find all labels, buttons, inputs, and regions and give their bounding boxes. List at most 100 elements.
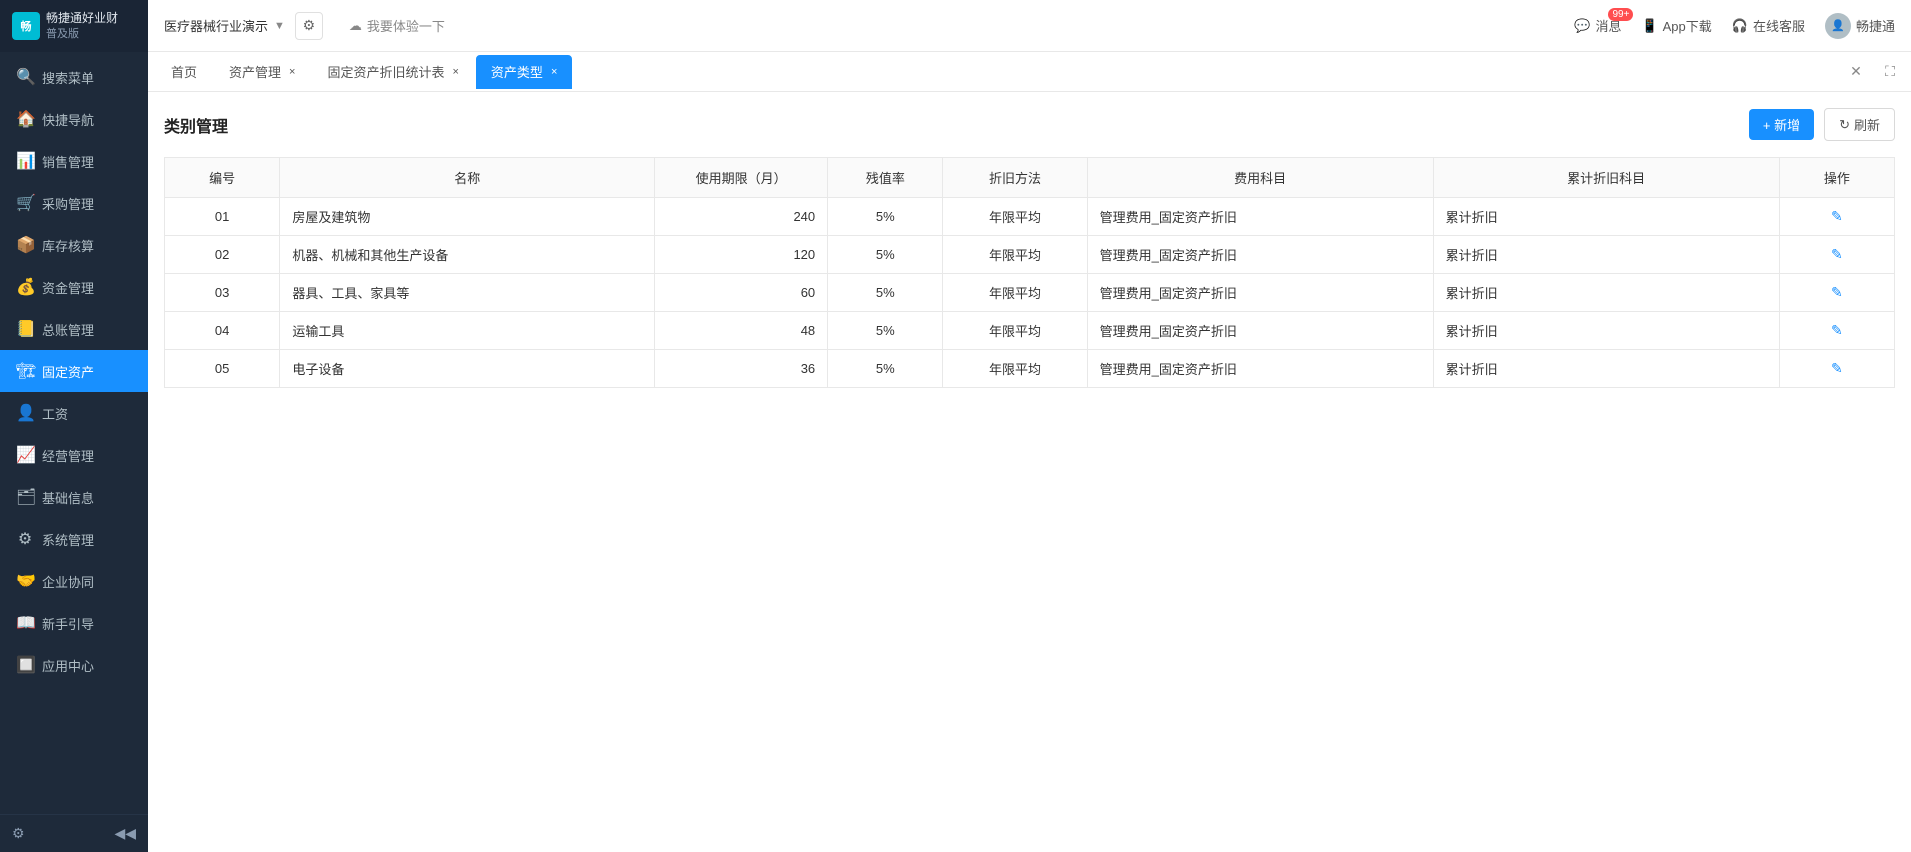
cell-period: 60 [655, 274, 828, 312]
corp-collab-icon: 🤝 [16, 571, 34, 591]
cell-name: 电子设备 [280, 350, 655, 388]
refresh-icon: ↻ [1839, 117, 1850, 133]
user-label: 畅捷通 [1856, 16, 1895, 35]
cell-accum: 累计折旧 [1433, 274, 1779, 312]
message-icon: 💬 [1574, 18, 1590, 34]
sidebar-item-sales[interactable]: 📊销售管理 [0, 140, 148, 182]
edit-icon[interactable]: ✎ [1831, 284, 1843, 300]
tab-label-home: 首页 [171, 62, 197, 81]
trial-label: 我要体验一下 [367, 16, 445, 35]
sidebar-item-operations[interactable]: 📈经营管理 [0, 434, 148, 476]
tab-close-asset-mgmt[interactable]: × [289, 66, 295, 78]
tab-close-asset-type[interactable]: × [551, 66, 557, 78]
sidebar-item-label: 资金管理 [42, 278, 94, 297]
module-selector[interactable]: 医疗器械行业演示 ▼ [164, 16, 285, 35]
cell-residual: 5% [828, 274, 943, 312]
avatar: 👤 [1825, 13, 1851, 39]
cell-name: 器具、工具、家具等 [280, 274, 655, 312]
sidebar-header: 畅 畅捷通好业财 普及版 [0, 0, 148, 52]
collapse-icon[interactable]: ◀◀ [114, 825, 136, 842]
sidebar-footer: ⚙ ◀◀ [0, 814, 148, 852]
cell-method: 年限平均 [943, 274, 1087, 312]
close-tab-button[interactable]: ✕ [1843, 59, 1869, 85]
sidebar-item-fixed-assets[interactable]: 🏗固定资产 [0, 350, 148, 392]
tab-home[interactable]: 首页 [156, 55, 212, 89]
col-header-name: 名称 [280, 158, 655, 198]
cell-ops: ✎ [1779, 236, 1894, 274]
mobile-icon: 📱 [1641, 18, 1657, 34]
beginner-icon: 📖 [16, 613, 34, 633]
cell-name: 机器、机械和其他生产设备 [280, 236, 655, 274]
sidebar-item-label: 企业协同 [42, 572, 94, 591]
table-row: 02 机器、机械和其他生产设备 120 5% 年限平均 管理费用_固定资产折旧 … [165, 236, 1895, 274]
sidebar-item-beginner[interactable]: 📖新手引导 [0, 602, 148, 644]
settings-icon: ⚙ [303, 17, 316, 34]
cell-method: 年限平均 [943, 312, 1087, 350]
sidebar-item-app-center[interactable]: 🔲应用中心 [0, 644, 148, 686]
content-area: 类别管理 + 新增 ↻ 刷新 编号 名称 使用期限（月） 残值率 折旧方法 费用… [148, 92, 1911, 852]
cell-method: 年限平均 [943, 236, 1087, 274]
ledger-icon: 📒 [16, 319, 34, 339]
trial-button[interactable]: ☁ 我要体验一下 [349, 16, 445, 35]
messages-button[interactable]: 💬 消息 99+ [1574, 16, 1621, 35]
sidebar-item-payroll[interactable]: 👤工资 [0, 392, 148, 434]
cell-expense: 管理费用_固定资产折旧 [1087, 274, 1433, 312]
settings-footer-icon[interactable]: ⚙ [12, 825, 25, 842]
sidebar-item-system[interactable]: ⚙系统管理 [0, 518, 148, 560]
cell-code: 04 [165, 312, 280, 350]
cell-ops: ✎ [1779, 198, 1894, 236]
sidebar-item-quick-nav[interactable]: 🏠快捷导航 [0, 98, 148, 140]
new-button[interactable]: + 新增 [1749, 109, 1814, 140]
tab-asset-type[interactable]: 资产类型× [476, 55, 572, 89]
edit-icon[interactable]: ✎ [1831, 208, 1843, 224]
sidebar-item-label: 固定资产 [42, 362, 94, 381]
category-table: 编号 名称 使用期限（月） 残值率 折旧方法 费用科目 累计折旧科目 操作 01… [164, 157, 1895, 388]
cell-accum: 累计折旧 [1433, 236, 1779, 274]
main-area: 医疗器械行业演示 ▼ ⚙ ☁ 我要体验一下 💬 消息 99+ 📱 App下载 [148, 0, 1911, 852]
module-name: 医疗器械行业演示 [164, 16, 268, 35]
table-header-row: 编号 名称 使用期限（月） 残值率 折旧方法 费用科目 累计折旧科目 操作 [165, 158, 1895, 198]
sidebar-item-ledger[interactable]: 📒总账管理 [0, 308, 148, 350]
cell-code: 02 [165, 236, 280, 274]
customer-service-label: 在线客服 [1753, 16, 1805, 35]
user-menu[interactable]: 👤 畅捷通 [1825, 13, 1895, 39]
sidebar-item-label: 工资 [42, 404, 68, 423]
page-actions: + 新增 ↻ 刷新 [1749, 108, 1895, 141]
app-download-button[interactable]: 📱 App下载 [1641, 16, 1711, 35]
edit-icon[interactable]: ✎ [1831, 322, 1843, 338]
expand-tab-button[interactable]: ⛶ [1877, 59, 1903, 85]
cell-ops: ✎ [1779, 312, 1894, 350]
cell-expense: 管理费用_固定资产折旧 [1087, 312, 1433, 350]
edit-icon[interactable]: ✎ [1831, 360, 1843, 376]
sidebar-item-label: 库存核算 [42, 236, 94, 255]
messages-badge: 99+ [1608, 8, 1633, 21]
tabs-bar-right: ✕ ⛶ [1843, 59, 1903, 85]
page-title: 类别管理 [164, 113, 228, 137]
sidebar-item-inventory[interactable]: 📦库存核算 [0, 224, 148, 266]
topbar-settings-button[interactable]: ⚙ [295, 12, 323, 40]
sidebar-item-basic-info[interactable]: 🗂基础信息 [0, 476, 148, 518]
sidebar-item-label: 应用中心 [42, 656, 94, 675]
app-download-label: App下载 [1663, 16, 1712, 35]
refresh-label: 刷新 [1854, 115, 1880, 134]
module-arrow-icon: ▼ [274, 20, 285, 32]
edit-icon[interactable]: ✎ [1831, 246, 1843, 262]
sidebar-item-corp-collab[interactable]: 🤝 企业协同 [0, 560, 148, 602]
tab-asset-mgmt[interactable]: 资产管理× [214, 55, 310, 89]
tab-close-depreciation-table[interactable]: × [452, 66, 458, 78]
operations-icon: 📈 [16, 445, 34, 465]
sidebar-nav: 🔍搜索菜单🏠快捷导航📊销售管理🛒采购管理📦库存核算💰资金管理📒总账管理🏗固定资产… [0, 52, 148, 814]
sidebar-item-purchase[interactable]: 🛒采购管理 [0, 182, 148, 224]
sidebar-item-label: 快捷导航 [42, 110, 94, 129]
sidebar-item-funds[interactable]: 💰资金管理 [0, 266, 148, 308]
refresh-button[interactable]: ↻ 刷新 [1824, 108, 1895, 141]
sidebar-item-search[interactable]: 🔍搜索菜单 [0, 56, 148, 98]
tab-depreciation-table[interactable]: 固定资产折旧统计表× [312, 55, 473, 89]
cell-name: 运输工具 [280, 312, 655, 350]
cell-code: 01 [165, 198, 280, 236]
cell-method: 年限平均 [943, 350, 1087, 388]
app-edition: 普及版 [46, 27, 118, 41]
customer-service-button[interactable]: 🎧 在线客服 [1732, 16, 1805, 35]
cell-name: 房屋及建筑物 [280, 198, 655, 236]
col-header-period: 使用期限（月） [655, 158, 828, 198]
